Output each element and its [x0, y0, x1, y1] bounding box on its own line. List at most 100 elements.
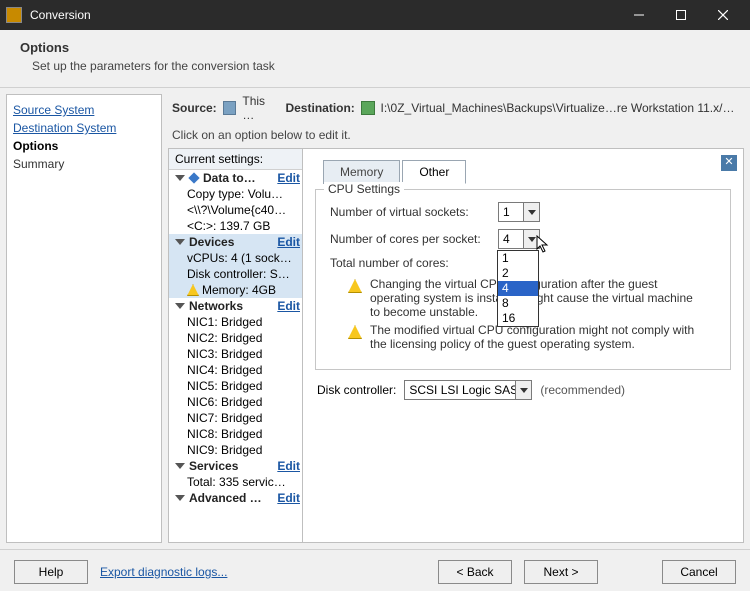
cores-select[interactable]: 4 1 2 4 8 16 — [498, 229, 540, 249]
main-area: Source System Destination System Options… — [0, 88, 750, 543]
disk-controller-select[interactable]: SCSI LSI Logic SAS — [404, 380, 532, 400]
nav-options[interactable]: Options — [13, 137, 155, 155]
computer-icon — [223, 101, 237, 115]
options-split: Current settings: Data to… Edit Copy typ… — [168, 148, 744, 543]
sockets-select[interactable]: 1 — [498, 202, 540, 222]
back-button[interactable]: < Back — [438, 560, 512, 584]
tab-memory[interactable]: Memory — [323, 160, 400, 184]
settings-tree[interactable]: Current settings: Data to… Edit Copy typ… — [169, 149, 303, 542]
tab-other[interactable]: Other — [402, 160, 466, 184]
tree-item[interactable]: NIC1: Bridged — [169, 314, 302, 330]
editor-panel: ✕ Memory Other CPU Settings Number of vi… — [303, 149, 743, 542]
export-logs-link[interactable]: Export diagnostic logs... — [100, 565, 227, 579]
cpu-warning-2: The modified virtual CPU configuration m… — [348, 323, 716, 351]
minimize-button[interactable] — [618, 1, 660, 29]
tree-item-vcpus[interactable]: vCPUs: 4 (1 sock… — [169, 250, 302, 266]
cores-value: 4 — [503, 232, 510, 246]
total-cores-label: Total number of cores: — [330, 256, 488, 270]
window-title: Conversion — [30, 8, 618, 22]
cores-dropdown[interactable]: 1 2 4 8 16 — [497, 250, 539, 327]
tree-item[interactable]: <\\?\Volume{c40… — [169, 202, 302, 218]
dest-value: I:\0Z_Virtual_Machines\Backups\Virtualiz… — [381, 101, 740, 115]
wizard-footer: Help Export diagnostic logs... < Back Ne… — [0, 549, 750, 591]
sockets-value: 1 — [503, 205, 510, 219]
tree-group-data[interactable]: Data to… Edit — [169, 170, 302, 186]
page-title: Options — [20, 40, 730, 55]
edit-link[interactable]: Edit — [277, 491, 300, 505]
cores-option-1[interactable]: 1 — [498, 251, 538, 266]
page-subtitle: Set up the parameters for the conversion… — [20, 59, 730, 73]
tree-item[interactable]: NIC4: Bridged — [169, 362, 302, 378]
tree-group-devices[interactable]: Devices Edit — [169, 234, 302, 250]
source-dest-row: Source: This … Destination: I:\0Z_Virtua… — [168, 94, 744, 126]
tree-item[interactable]: <C:>: 139.7 GB — [169, 218, 302, 234]
warning-text: The modified virtual CPU configuration m… — [370, 323, 700, 351]
close-button[interactable] — [702, 1, 744, 29]
edit-link[interactable]: Edit — [277, 171, 300, 185]
tree-item[interactable]: NIC3: Bridged — [169, 346, 302, 362]
cores-label: Number of cores per socket: — [330, 232, 488, 246]
app-icon — [6, 7, 22, 23]
tree-group-services[interactable]: Services Edit — [169, 458, 302, 474]
wizard-nav: Source System Destination System Options… — [6, 94, 162, 543]
tree-item[interactable]: NIC9: Bridged — [169, 442, 302, 458]
titlebar: Conversion — [0, 0, 750, 30]
cancel-button[interactable]: Cancel — [662, 560, 736, 584]
edit-link[interactable]: Edit — [277, 299, 300, 313]
tree-item-disk-controller[interactable]: Disk controller: S… — [169, 266, 302, 282]
tree-item[interactable]: NIC6: Bridged — [169, 394, 302, 410]
warning-icon — [348, 325, 362, 339]
tree-group-networks[interactable]: Networks Edit — [169, 298, 302, 314]
next-button[interactable]: Next > — [524, 560, 598, 584]
edit-hint: Click on an option below to edit it. — [168, 126, 744, 148]
chevron-down-icon — [175, 303, 185, 309]
nav-destination-system[interactable]: Destination System — [13, 119, 155, 137]
tree-item[interactable]: NIC5: Bridged — [169, 378, 302, 394]
chevron-down-icon — [175, 463, 185, 469]
cores-option-4[interactable]: 4 — [498, 281, 538, 296]
vm-icon — [361, 101, 375, 115]
tree-item[interactable]: NIC7: Bridged — [169, 410, 302, 426]
source-label: Source: — [172, 101, 217, 115]
disk-hint: (recommended) — [540, 383, 625, 397]
tree-item[interactable]: NIC8: Bridged — [169, 426, 302, 442]
cores-option-2[interactable]: 2 — [498, 266, 538, 281]
tree-item-memory[interactable]: Memory: 4GB — [169, 282, 302, 298]
content-area: Source: This … Destination: I:\0Z_Virtua… — [168, 94, 744, 543]
disk-controller-row: Disk controller: SCSI LSI Logic SAS (rec… — [317, 380, 731, 400]
page-header: Options Set up the parameters for the co… — [0, 30, 750, 88]
warning-icon — [348, 279, 362, 293]
cores-row: Number of cores per socket: 4 1 2 4 8 16 — [330, 229, 716, 249]
warning-icon — [187, 284, 199, 296]
dropdown-button[interactable] — [523, 203, 539, 221]
help-button[interactable]: Help — [14, 560, 88, 584]
diamond-icon — [188, 172, 199, 183]
edit-link[interactable]: Edit — [277, 459, 300, 473]
source-value: This … — [242, 94, 279, 122]
cpu-settings-group: CPU Settings Number of virtual sockets: … — [315, 189, 731, 370]
tree-item[interactable]: Copy type: Volu… — [169, 186, 302, 202]
sockets-row: Number of virtual sockets: 1 — [330, 202, 716, 222]
edit-link[interactable]: Edit — [277, 235, 300, 249]
nav-source-system[interactable]: Source System — [13, 101, 155, 119]
chevron-down-icon — [175, 495, 185, 501]
chevron-down-icon — [175, 175, 185, 181]
chevron-down-icon — [175, 239, 185, 245]
tree-group-advanced[interactable]: Advanced … Edit — [169, 490, 302, 506]
cores-option-8[interactable]: 8 — [498, 296, 538, 311]
cpu-legend: CPU Settings — [324, 182, 404, 196]
tree-item[interactable]: NIC2: Bridged — [169, 330, 302, 346]
maximize-button[interactable] — [660, 1, 702, 29]
disk-label: Disk controller: — [317, 383, 396, 397]
dropdown-button[interactable] — [515, 381, 531, 399]
tree-item[interactable]: Total: 335 servic… — [169, 474, 302, 490]
cores-option-16[interactable]: 16 — [498, 311, 538, 326]
disk-controller-value: SCSI LSI Logic SAS — [409, 383, 518, 397]
editor-tabs: Memory Other — [323, 159, 731, 183]
tree-header: Current settings: — [169, 149, 302, 170]
dropdown-button[interactable] — [523, 230, 539, 248]
nav-summary[interactable]: Summary — [13, 155, 155, 173]
dest-label: Destination: — [285, 101, 354, 115]
panel-close-button[interactable]: ✕ — [721, 155, 737, 171]
sockets-label: Number of virtual sockets: — [330, 205, 488, 219]
